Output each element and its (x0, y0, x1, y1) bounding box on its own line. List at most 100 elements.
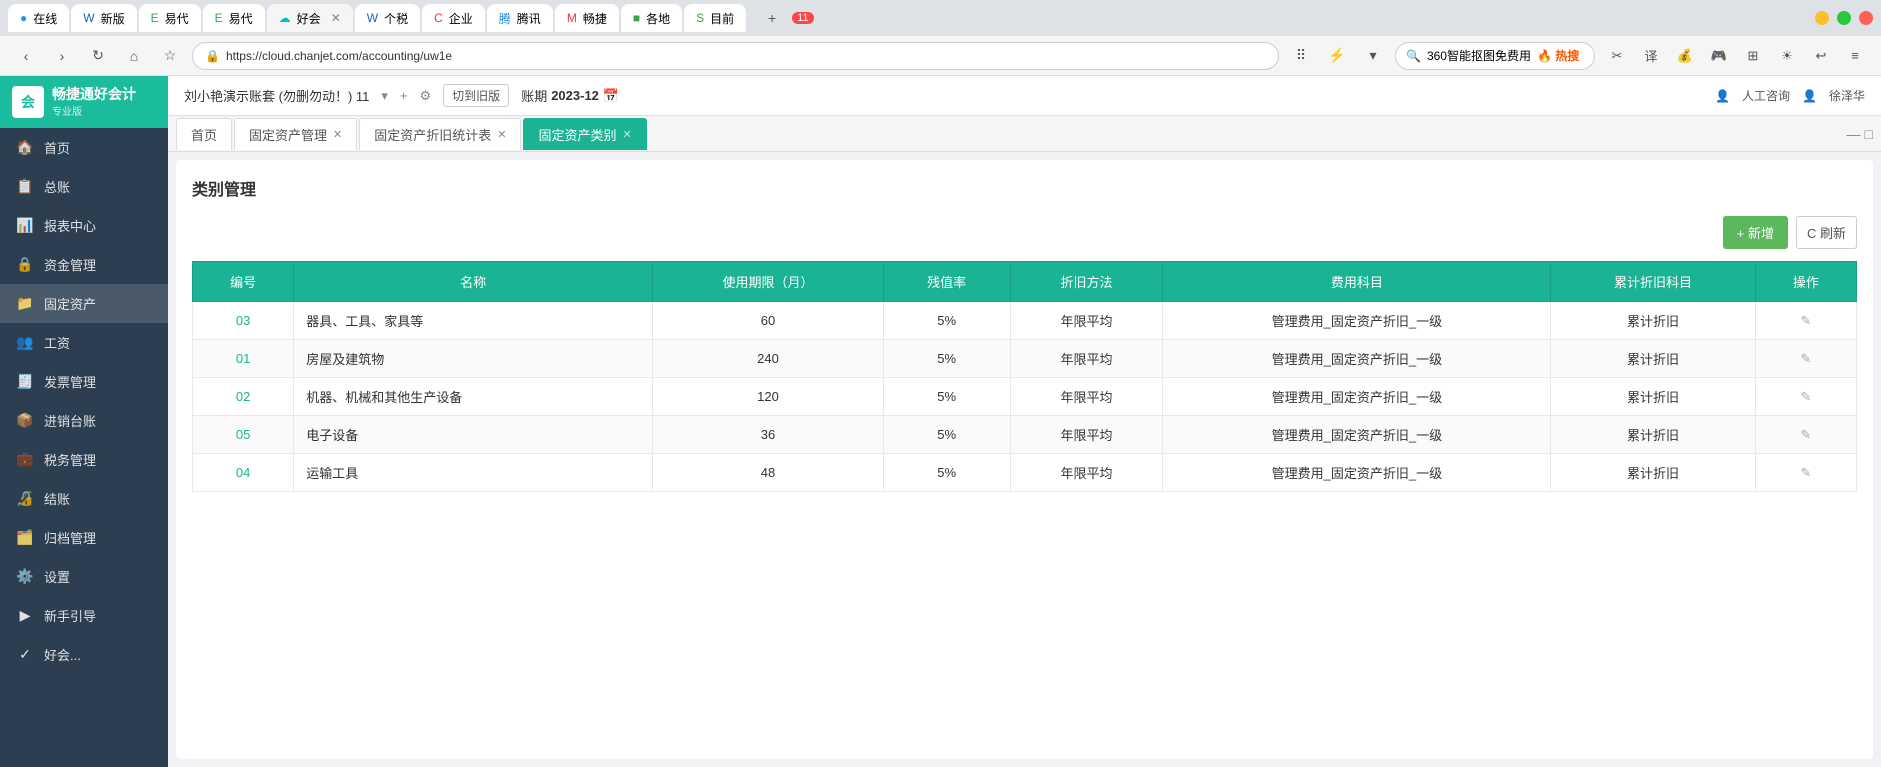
logo-text-area: 畅捷通好会计 专业版 (52, 86, 136, 118)
browser-tab-new[interactable]: W 新版 (71, 4, 136, 32)
browser-tab-tax[interactable]: W 个税 (355, 4, 420, 32)
browser-tab-yidai1[interactable]: E 易代 (139, 4, 201, 32)
td-residual-3: 5% (883, 416, 1010, 454)
close-button[interactable] (1859, 11, 1873, 25)
th-period: 使用期限（月） (653, 262, 883, 302)
maximize-button[interactable] (1837, 11, 1851, 25)
refresh-button[interactable]: C 刷新 (1796, 216, 1857, 249)
grid-icon-btn[interactable]: ⊞ (1739, 42, 1767, 70)
reports-icon: 📊 (16, 217, 34, 234)
sidebar: 会 畅捷通好会计 专业版 🏠 首页 📋 总账 📊 报表中心 🔒 资金管理 📁 固… (0, 76, 168, 767)
td-action-2[interactable]: ✎ (1755, 378, 1856, 416)
content-tab-depreciation[interactable]: 固定资产折旧统计表 ✕ (359, 118, 521, 150)
browser-tab-changjie[interactable]: M 畅捷 (555, 4, 619, 32)
sidebar-item-reports-label: 报表中心 (44, 216, 96, 235)
add-button[interactable]: + 新增 (1723, 216, 1788, 249)
tab-label-yidai1: 易代 (165, 10, 189, 27)
browser-tab-enterprise[interactable]: C 企业 (422, 4, 485, 32)
sidebar-item-payroll[interactable]: 👥 工资 (0, 323, 168, 362)
edit-icon-4[interactable]: ✎ (1800, 465, 1811, 480)
edit-icon-0[interactable]: ✎ (1800, 313, 1811, 328)
sidebar-item-fixed-assets[interactable]: 📁 固定资产 (0, 284, 168, 323)
content-tab-depreciation-label: 固定资产折旧统计表 (374, 125, 491, 144)
browser-tab-online[interactable]: ● 在线 (8, 4, 69, 32)
edit-icon-3[interactable]: ✎ (1800, 427, 1811, 442)
ledger-icon: 📋 (16, 178, 34, 195)
td-accumulated-1: 累计折旧 (1551, 340, 1755, 378)
tab-close-active[interactable]: ✕ (331, 11, 341, 25)
main-content: 类别管理 + 新增 C 刷新 编号 名称 使用期限（月） 残值率 折旧方法 费用… (176, 160, 1873, 759)
calendar-icon[interactable]: 📅 (603, 88, 619, 104)
payroll-icon: 👥 (16, 334, 34, 351)
content-tab-home-label: 首页 (191, 125, 217, 144)
td-period-4: 48 (653, 454, 883, 492)
sidebar-item-funds[interactable]: 🔒 资金管理 (0, 245, 168, 284)
minimize-button[interactable] (1815, 11, 1829, 25)
td-action-3[interactable]: ✎ (1755, 416, 1856, 454)
th-accumulated: 累计折旧科目 (1551, 262, 1755, 302)
browser-tab-yidai2[interactable]: E 易代 (203, 4, 265, 32)
new-tab-button[interactable]: + (758, 4, 786, 32)
undo-icon-btn[interactable]: ↩ (1807, 42, 1835, 70)
translate-icon-btn[interactable]: 译 (1637, 42, 1665, 70)
sidebar-item-guide[interactable]: ▶ 新手引导 (0, 596, 168, 635)
table-row: 05 电子设备 36 5% 年限平均 管理费用_固定资产折旧_一级 累计折旧 ✎ (193, 416, 1857, 454)
extensions-button[interactable]: ⠿ (1287, 42, 1315, 70)
bookmark-button[interactable]: ☆ (156, 42, 184, 70)
toolbar-icons: ✂ 译 💰 🎮 ⊞ ☀ ↩ ≡ (1603, 42, 1869, 70)
td-action-0[interactable]: ✎ (1755, 302, 1856, 340)
top-bar-dropdown-icon[interactable]: ▾ (381, 88, 388, 104)
address-bar[interactable]: 🔒 (192, 42, 1279, 70)
top-bar-gear-icon[interactable]: ⚙ (420, 88, 432, 104)
search-bar[interactable]: 🔍 360智能抠图免费用 🔥 热搜 (1395, 42, 1595, 70)
brightness-icon-btn[interactable]: ☀ (1773, 42, 1801, 70)
td-code-0: 03 (193, 302, 294, 340)
consult-label[interactable]: 人工咨询 (1742, 87, 1790, 104)
forward-button[interactable]: › (48, 42, 76, 70)
top-bar-period-label: 账期 2023-12 📅 (521, 86, 619, 105)
sidebar-item-archive[interactable]: 🗂️ 归档管理 (0, 518, 168, 557)
home-nav-button[interactable]: ⌂ (120, 42, 148, 70)
content-tab-home[interactable]: 首页 (176, 118, 232, 150)
content-tab-depreciation-close[interactable]: ✕ (497, 128, 506, 141)
sidebar-item-invoice[interactable]: 🧾 发票管理 (0, 362, 168, 401)
td-action-1[interactable]: ✎ (1755, 340, 1856, 378)
browser-tab-active[interactable]: ☁ 好会 ✕ (267, 4, 353, 32)
sidebar-item-more[interactable]: ✓ 好会... (0, 635, 168, 674)
refresh-nav-button[interactable]: ↻ (84, 42, 112, 70)
wallet-icon-btn[interactable]: 💰 (1671, 42, 1699, 70)
sidebar-item-purchase[interactable]: 📦 进销台账 (0, 401, 168, 440)
sidebar-item-tax[interactable]: 💼 税务管理 (0, 440, 168, 479)
tab-minimize-button[interactable]: — (1847, 126, 1861, 142)
sidebar-item-closing[interactable]: 🔏 结账 (0, 479, 168, 518)
browser-tab-tencent[interactable]: 腾 腾讯 (487, 4, 553, 32)
browser-tabs: ● 在线 W 新版 E 易代 E 易代 ☁ 好会 ✕ W 个税 C 企业 腾 (8, 4, 746, 32)
sidebar-item-reports[interactable]: 📊 报表中心 (0, 206, 168, 245)
menu-icon-btn[interactable]: ≡ (1841, 42, 1869, 70)
back-button[interactable]: ‹ (12, 42, 40, 70)
content-tab-asset-mgmt-close[interactable]: ✕ (333, 128, 342, 141)
user-avatar-icon: 👤 (1802, 89, 1817, 103)
tab-maximize-button[interactable]: □ (1865, 126, 1873, 142)
game-icon-btn[interactable]: 🎮 (1705, 42, 1733, 70)
td-expense-0: 管理费用_固定资产折旧_一级 (1163, 302, 1551, 340)
browser-tab-gedi[interactable]: ■ 各地 (621, 4, 682, 32)
tab-label-new: 新版 (101, 10, 125, 27)
dropdown-button[interactable]: ▾ (1359, 42, 1387, 70)
sidebar-item-settings[interactable]: ⚙️ 设置 (0, 557, 168, 596)
browser-tab-mubiao[interactable]: S 目前 (684, 4, 746, 32)
edit-icon-2[interactable]: ✎ (1800, 389, 1811, 404)
url-input[interactable] (226, 49, 1266, 63)
content-tab-category[interactable]: 固定资产类别 ✕ (523, 118, 646, 150)
cut-icon-btn[interactable]: ✂ (1603, 42, 1631, 70)
lightning-button[interactable]: ⚡ (1323, 42, 1351, 70)
edit-icon-1[interactable]: ✎ (1800, 351, 1811, 366)
sidebar-item-home[interactable]: 🏠 首页 (0, 128, 168, 167)
content-tab-category-close[interactable]: ✕ (623, 128, 632, 141)
sidebar-item-payroll-label: 工资 (44, 333, 70, 352)
top-bar-add-icon[interactable]: + (400, 88, 408, 103)
sidebar-item-ledger[interactable]: 📋 总账 (0, 167, 168, 206)
content-tab-asset-mgmt[interactable]: 固定资产管理 ✕ (234, 118, 357, 150)
switch-version-button[interactable]: 切到旧版 (443, 84, 509, 107)
td-action-4[interactable]: ✎ (1755, 454, 1856, 492)
